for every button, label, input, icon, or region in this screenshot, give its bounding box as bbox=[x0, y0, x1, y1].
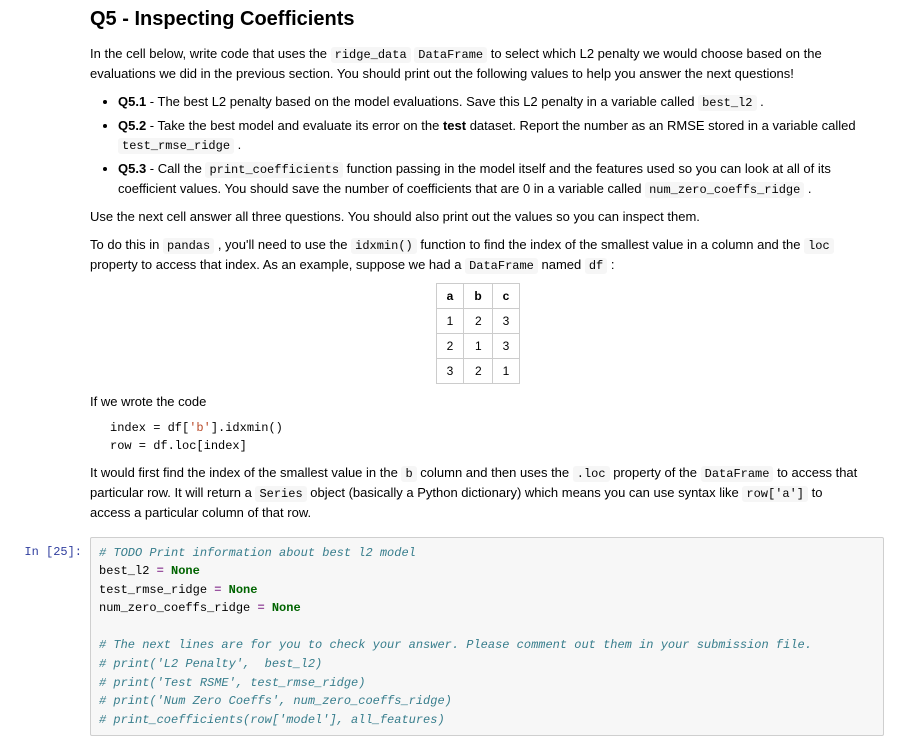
question-list: Q5.1 - The best L2 penalty based on the … bbox=[90, 92, 866, 200]
q51-item: Q5.1 - The best L2 penalty based on the … bbox=[118, 92, 866, 112]
code-ridge-data: ridge_data bbox=[331, 47, 411, 63]
table-row: 1 2 3 bbox=[436, 308, 520, 333]
table-row: 2 1 3 bbox=[436, 333, 520, 358]
intro-paragraph: In the cell below, write code that uses … bbox=[90, 44, 866, 84]
code-num-zero: num_zero_coeffs_ridge bbox=[645, 182, 804, 198]
q52-item: Q5.2 - Take the best model and evaluate … bbox=[118, 116, 866, 156]
code-best-l2: best_l2 bbox=[698, 95, 756, 111]
example-dataframe-table: a b c 1 2 3 2 1 3 3 2 1 bbox=[436, 283, 521, 384]
page-title: Q5 - Inspecting Coefficients bbox=[90, 4, 866, 34]
wrote-code-paragraph: If we wrote the code bbox=[90, 392, 866, 412]
cell-prompt: In [25]: bbox=[18, 537, 90, 561]
table-row: 3 2 1 bbox=[436, 358, 520, 383]
use-next-paragraph: Use the next cell answer all three quest… bbox=[90, 207, 866, 227]
code-test-rmse: test_rmse_ridge bbox=[118, 138, 234, 154]
q53-item: Q5.3 - Call the print_coefficients funct… bbox=[118, 159, 866, 199]
explain-paragraph: It would first find the index of the sma… bbox=[90, 463, 866, 523]
markdown-cell: Q5 - Inspecting Coefficients In the cell… bbox=[90, 4, 866, 523]
code-input-area[interactable]: # TODO Print information about best l2 m… bbox=[90, 537, 884, 737]
example-code-block: index = df['b'].idxmin() row = df.loc[in… bbox=[110, 419, 866, 455]
pandas-paragraph: To do this in pandas , you'll need to us… bbox=[90, 235, 866, 275]
code-print-coeffs: print_coefficients bbox=[205, 162, 343, 178]
code-cell: In [25]: # TODO Print information about … bbox=[18, 537, 884, 737]
code-dataframe: DataFrame bbox=[414, 47, 487, 63]
